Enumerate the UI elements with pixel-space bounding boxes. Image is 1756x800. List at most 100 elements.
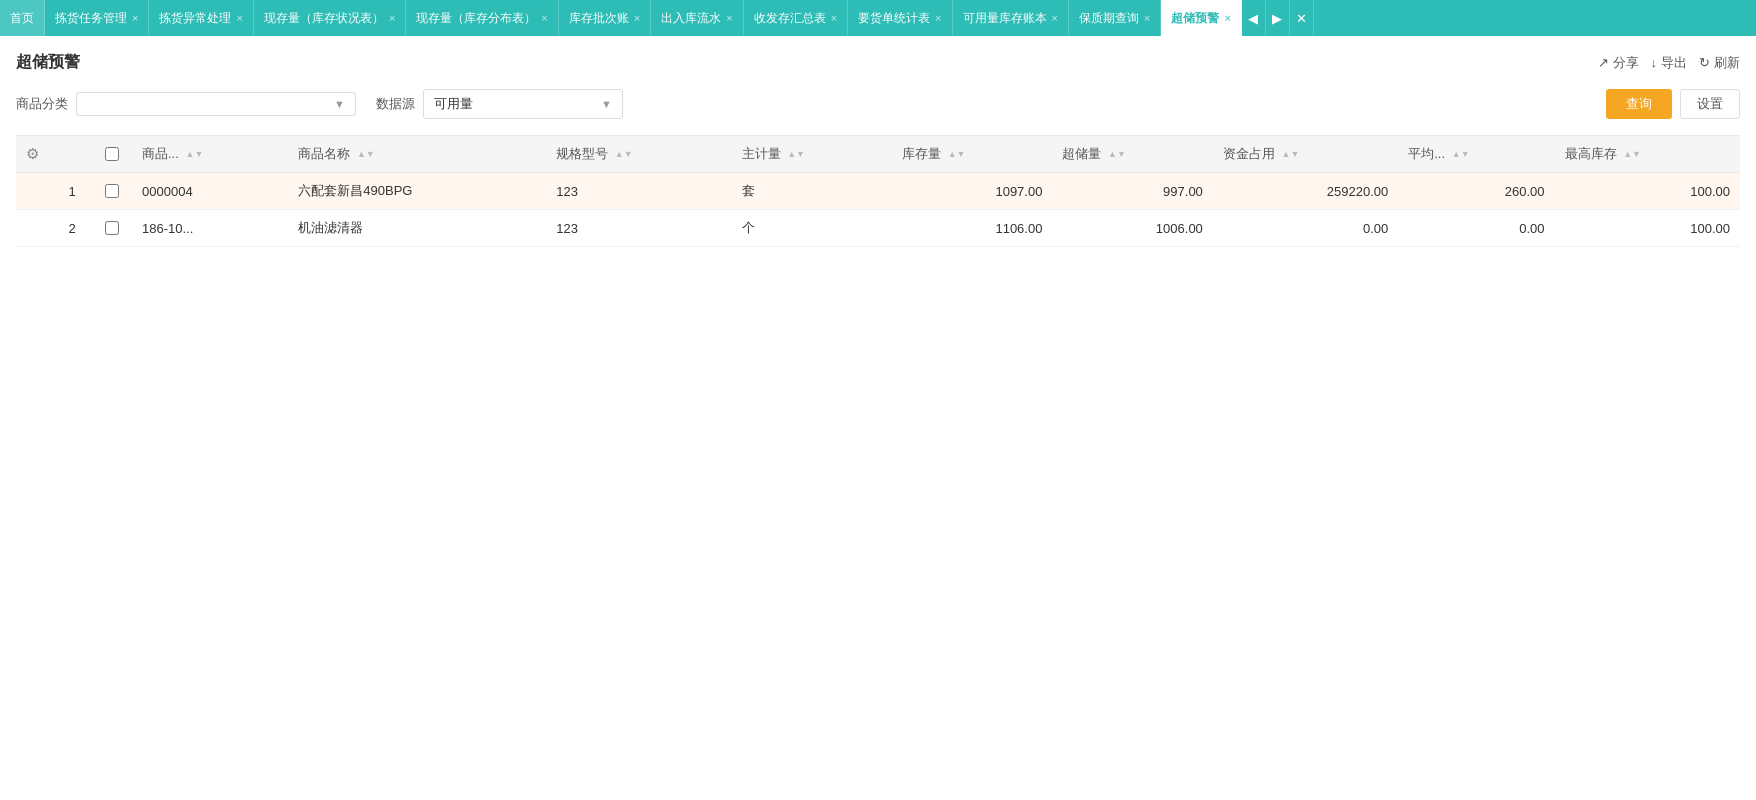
- th-over-sort-icon: ▲▼: [1108, 150, 1126, 159]
- share-button[interactable]: ↗ 分享: [1598, 54, 1639, 72]
- td-name: 六配套新昌490BPG: [288, 173, 546, 210]
- nav-prev-arrow[interactable]: ◀: [1242, 0, 1266, 36]
- nav-tab-usable-account[interactable]: 可用量库存账本 ×: [953, 0, 1069, 36]
- main-content: 超储预警 ↗ 分享 ↓ 导出 ↻ 刷新 商品分类 ▼ 数据源: [0, 36, 1756, 800]
- page-header: 超储预警 ↗ 分享 ↓ 导出 ↻ 刷新: [16, 52, 1740, 73]
- row-checkbox[interactable]: [105, 221, 119, 235]
- data-table: ⚙ 商品... ▲▼ 商品名称 ▲▼ 规格型号 ▲▼ 主计量 ▲▼: [16, 135, 1740, 247]
- refresh-label: 刷新: [1714, 54, 1740, 72]
- td-checkbox[interactable]: [92, 210, 132, 247]
- nav-tab-task-mgmt[interactable]: 拣货任务管理 ×: [45, 0, 149, 36]
- td-row-num: 2: [52, 210, 92, 247]
- th-code-sort-icon: ▲▼: [185, 150, 203, 159]
- nav-tab-over-storage-label: 超储预警: [1171, 10, 1219, 27]
- td-avg: 0.00: [1398, 210, 1554, 247]
- nav-tab-quality-close[interactable]: ×: [1144, 12, 1150, 24]
- nav-tab-inout-flow-close[interactable]: ×: [726, 12, 732, 24]
- nav-tab-stock-dist-label: 现存量（库存分布表）: [416, 10, 536, 27]
- category-label: 商品分类: [16, 95, 68, 113]
- nav-tab-over-storage-close[interactable]: ×: [1224, 12, 1230, 24]
- nav-tab-collect[interactable]: 收发存汇总表 ×: [744, 0, 848, 36]
- nav-tab-stock-dist-close[interactable]: ×: [541, 12, 547, 24]
- category-dropdown-arrow: ▼: [334, 98, 345, 110]
- nav-tab-stock-dist[interactable]: 现存量（库存分布表） ×: [406, 0, 558, 36]
- filter-actions: 查询 设置: [1606, 89, 1740, 119]
- th-stock-sort-icon: ▲▼: [948, 150, 966, 159]
- td-unit: 个: [732, 210, 892, 247]
- nav-tab-order-stat-label: 要货单统计表: [858, 10, 930, 27]
- category-select[interactable]: ▼: [76, 92, 356, 116]
- nav-tab-quality[interactable]: 保质期查询 ×: [1069, 0, 1161, 36]
- th-stock-label: 库存量: [902, 146, 941, 161]
- nav-tab-usable-account-close[interactable]: ×: [1052, 12, 1058, 24]
- nav-tab-task-mgmt-close[interactable]: ×: [132, 12, 138, 24]
- th-code-label: 商品...: [142, 146, 179, 161]
- share-label: 分享: [1613, 54, 1639, 72]
- th-spec-sort-icon: ▲▼: [615, 150, 633, 159]
- th-capital-label: 资金占用: [1223, 146, 1275, 161]
- nav-tab-usable-account-label: 可用量库存账本: [963, 10, 1047, 27]
- th-stock[interactable]: 库存量 ▲▼: [892, 136, 1052, 173]
- td-max: 100.00: [1555, 210, 1740, 247]
- nav-next-arrow[interactable]: ▶: [1266, 0, 1290, 36]
- nav-tab-abnormal-label: 拣货异常处理: [159, 10, 231, 27]
- td-unit: 套: [732, 173, 892, 210]
- td-checkbox[interactable]: [92, 173, 132, 210]
- th-capital[interactable]: 资金占用 ▲▼: [1213, 136, 1398, 173]
- nav-tab-batch-close[interactable]: ×: [634, 12, 640, 24]
- top-nav: 首页 拣货任务管理 × 拣货异常处理 × 现存量（库存状况表） × 现存量（库存…: [0, 0, 1756, 36]
- category-filter: 商品分类 ▼: [16, 92, 356, 116]
- th-capital-sort-icon: ▲▼: [1281, 150, 1299, 159]
- th-avg-sort-icon: ▲▼: [1452, 150, 1470, 159]
- nav-tab-abnormal[interactable]: 拣货异常处理 ×: [149, 0, 253, 36]
- th-max-sort-icon: ▲▼: [1623, 150, 1641, 159]
- nav-tab-quality-label: 保质期查询: [1079, 10, 1139, 27]
- header-actions: ↗ 分享 ↓ 导出 ↻ 刷新: [1598, 54, 1741, 72]
- nav-tab-collect-close[interactable]: ×: [831, 12, 837, 24]
- refresh-button[interactable]: ↻ 刷新: [1699, 54, 1740, 72]
- th-avg-label: 平均...: [1408, 146, 1445, 161]
- nav-tab-order-stat[interactable]: 要货单统计表 ×: [848, 0, 952, 36]
- page-title: 超储预警: [16, 52, 80, 73]
- nav-tab-batch[interactable]: 库存批次账 ×: [559, 0, 651, 36]
- settings-button[interactable]: 设置: [1680, 89, 1740, 119]
- select-all-checkbox[interactable]: [105, 147, 119, 161]
- nav-tab-collect-label: 收发存汇总表: [754, 10, 826, 27]
- td-over: 997.00: [1052, 173, 1212, 210]
- nav-close-arrow[interactable]: ✕: [1290, 0, 1314, 36]
- th-name[interactable]: 商品名称 ▲▼: [288, 136, 546, 173]
- td-stock: 1097.00: [892, 173, 1052, 210]
- nav-tab-stock-status[interactable]: 现存量（库存状况表） ×: [254, 0, 406, 36]
- td-row-num: 1: [52, 173, 92, 210]
- th-code[interactable]: 商品... ▲▼: [132, 136, 288, 173]
- nav-tab-order-stat-close[interactable]: ×: [935, 12, 941, 24]
- row-checkbox[interactable]: [105, 184, 119, 198]
- nav-tab-stock-status-close[interactable]: ×: [389, 12, 395, 24]
- nav-tab-inout-flow[interactable]: 出入库流水 ×: [651, 0, 743, 36]
- td-avg: 260.00: [1398, 173, 1554, 210]
- td-code: 0000004: [132, 173, 288, 210]
- query-button[interactable]: 查询: [1606, 89, 1672, 119]
- td-name: 机油滤清器: [288, 210, 546, 247]
- export-label: 导出: [1661, 54, 1687, 72]
- td-gear: [16, 173, 52, 210]
- nav-tab-over-storage[interactable]: 超储预警 ×: [1161, 0, 1241, 36]
- th-spec[interactable]: 规格型号 ▲▼: [546, 136, 731, 173]
- td-max: 100.00: [1555, 173, 1740, 210]
- column-settings-icon[interactable]: ⚙: [26, 145, 39, 162]
- td-spec: 123: [546, 173, 731, 210]
- td-code: 186-10...: [132, 210, 288, 247]
- th-checkbox[interactable]: [92, 136, 132, 173]
- export-button[interactable]: ↓ 导出: [1651, 54, 1688, 72]
- th-over[interactable]: 超储量 ▲▼: [1052, 136, 1212, 173]
- th-name-sort-icon: ▲▼: [357, 150, 375, 159]
- th-avg[interactable]: 平均... ▲▼: [1398, 136, 1554, 173]
- th-max[interactable]: 最高库存 ▲▼: [1555, 136, 1740, 173]
- nav-tab-abnormal-close[interactable]: ×: [236, 12, 242, 24]
- td-capital: 0.00: [1213, 210, 1398, 247]
- td-over: 1006.00: [1052, 210, 1212, 247]
- nav-tab-home[interactable]: 首页: [0, 0, 45, 36]
- datasource-select[interactable]: 可用量 ▼: [423, 89, 623, 119]
- datasource-select-value: 可用量: [434, 95, 473, 113]
- th-unit[interactable]: 主计量 ▲▼: [732, 136, 892, 173]
